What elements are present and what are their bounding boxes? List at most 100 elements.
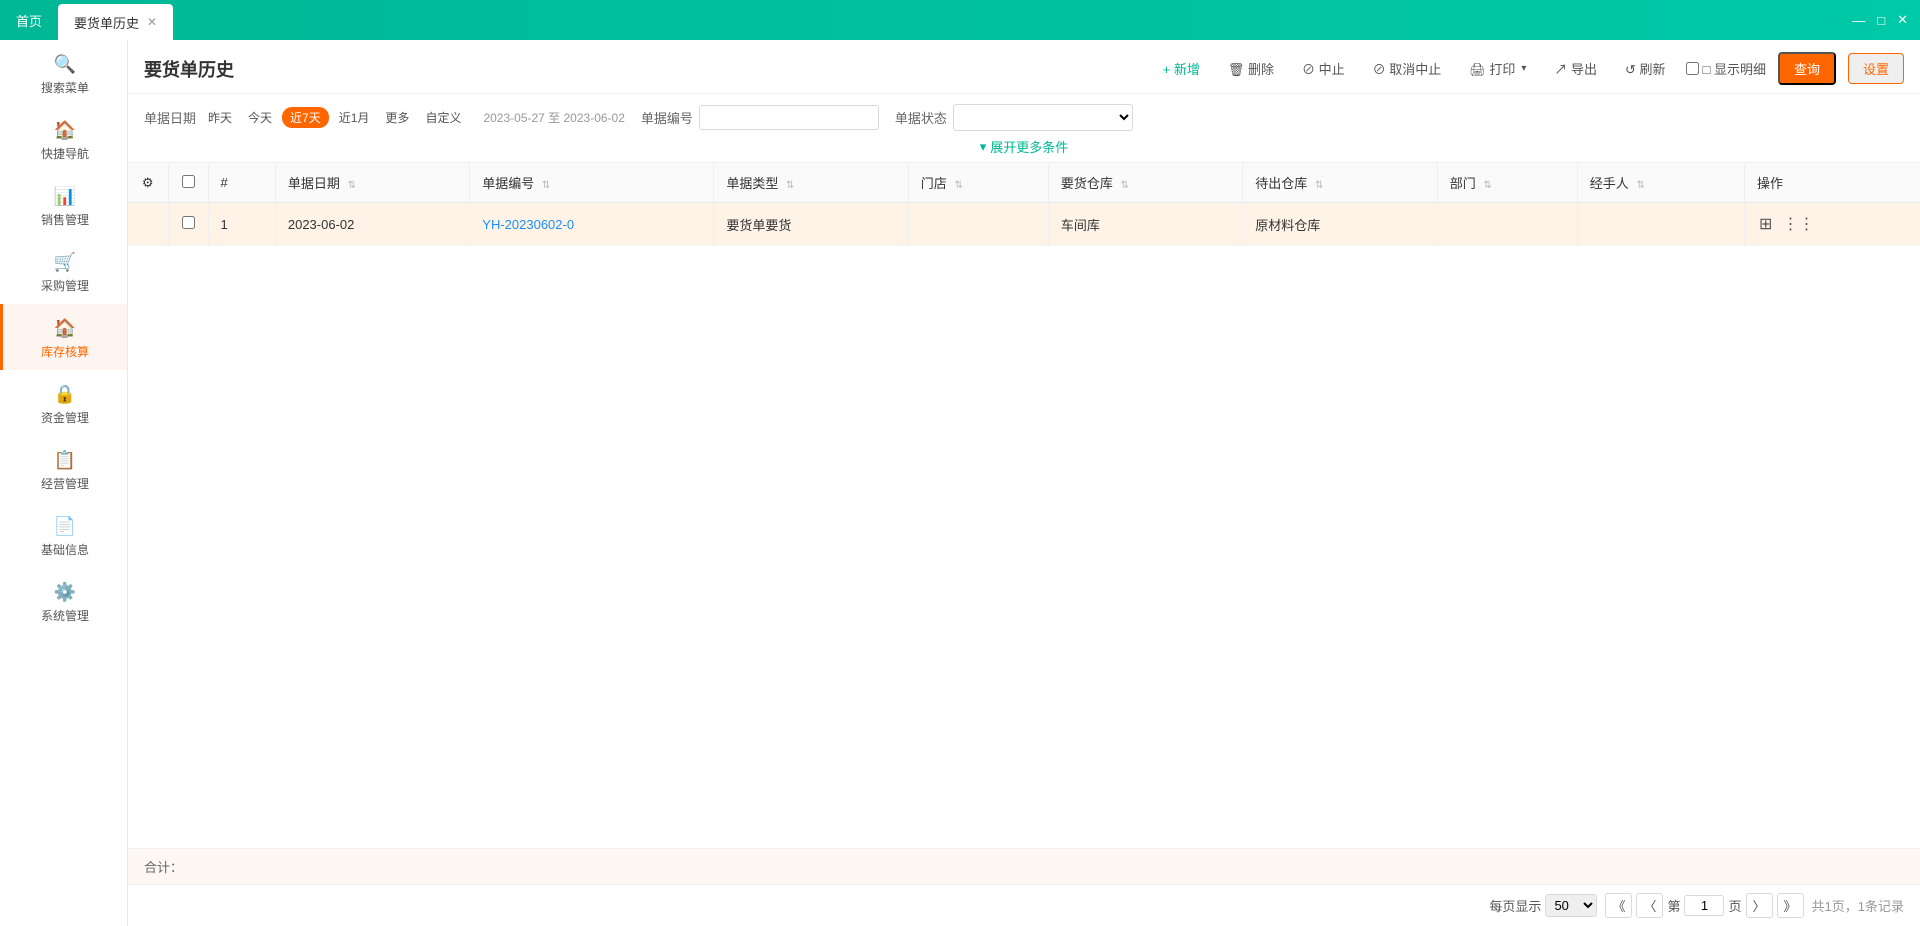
pagination-info: 共1页，1条记录	[1812, 896, 1904, 915]
table-row: 1 2023-06-02 YH-20230602-0 要货单要货 车间库 原材料…	[128, 203, 1920, 246]
per-page-select[interactable]: 50 20 100	[1545, 894, 1597, 917]
sort-icon-dept: ⇅	[1483, 180, 1491, 191]
window-controls: — □ ✕	[1852, 12, 1920, 28]
table-wrapper: ⚙ # 单据日期 ⇅ 单据编号 ⇅	[128, 163, 1920, 848]
shortcut-today[interactable]: 今天	[242, 107, 278, 128]
sidebar-item-inventory[interactable]: 🏠 库存核算	[0, 304, 127, 370]
td-settings	[128, 203, 168, 246]
tab-bar: 首页 要货单历史 ✕	[0, 0, 1852, 40]
prev-page-btn[interactable]: 〈	[1636, 893, 1663, 918]
sort-icon-type: ⇅	[786, 180, 794, 191]
row-edit-icon[interactable]: ⊞	[1757, 212, 1774, 236]
close-icon[interactable]: ✕	[1897, 12, 1908, 28]
shortcut-yesterday[interactable]: 昨天	[202, 107, 238, 128]
th-dept-label: 部门	[1450, 176, 1476, 191]
date-range-display: 2023-05-27 至 2023-06-02	[483, 109, 624, 126]
delete-button[interactable]: 🗑 删除	[1220, 55, 1282, 82]
th-settings[interactable]: ⚙	[128, 163, 168, 203]
show-detail-label: □ 显示明细	[1703, 59, 1766, 78]
operations-icon: 📋	[54, 450, 76, 471]
doc-no-link[interactable]: YH-20230602-0	[482, 217, 574, 232]
td-checkbox	[168, 203, 208, 246]
add-button[interactable]: + 新增	[1155, 55, 1208, 82]
th-doc-date-label: 单据日期	[288, 176, 340, 191]
page-input[interactable]	[1684, 895, 1724, 916]
shortcut-custom[interactable]: 自定义	[419, 107, 467, 128]
sidebar-item-finance[interactable]: 🔒 资金管理	[0, 370, 127, 436]
th-store[interactable]: 门店 ⇅	[908, 163, 1048, 203]
sort-icon-reqwh: ⇅	[1121, 180, 1129, 191]
sidebar-item-sales[interactable]: 📊 销售管理	[0, 172, 127, 238]
refresh-button[interactable]: ↺ 刷新	[1617, 55, 1674, 82]
table-footer: 合计：	[128, 848, 1920, 884]
th-doc-date[interactable]: 单据日期 ⇅	[275, 163, 469, 203]
shortcut-last7[interactable]: 近7天	[282, 107, 329, 128]
th-index: #	[208, 163, 275, 203]
row-more-icon[interactable]: ⋮⋮	[1780, 212, 1816, 236]
th-actions-label: 操作	[1757, 176, 1783, 191]
first-page-btn[interactable]: 《	[1605, 893, 1632, 918]
th-req-wh-label: 要货仓库	[1061, 176, 1113, 191]
td-operator	[1577, 203, 1744, 246]
show-detail-input[interactable]	[1686, 62, 1699, 75]
sidebar-item-quick-nav[interactable]: 🏠 快捷导航	[0, 106, 127, 172]
th-doc-type[interactable]: 单据类型 ⇅	[714, 163, 908, 203]
minimize-icon[interactable]: —	[1852, 13, 1865, 28]
tab-close-icon[interactable]: ✕	[147, 15, 157, 29]
th-operator[interactable]: 经手人 ⇅	[1577, 163, 1744, 203]
date-shortcuts: 昨天 今天 近7天 近1月 更多 自定义	[202, 107, 467, 128]
export-button[interactable]: ↗ 导出	[1546, 55, 1605, 82]
row-checkbox[interactable]	[182, 216, 195, 229]
sidebar-item-operations[interactable]: 📋 经营管理	[0, 436, 127, 502]
query-button[interactable]: 查询	[1778, 52, 1836, 85]
cancel-stop-button[interactable]: ⊘ 取消中止	[1365, 55, 1450, 82]
next-page-btn[interactable]: 〉	[1746, 893, 1773, 918]
maximize-icon[interactable]: □	[1877, 13, 1885, 28]
stop-button[interactable]: ⊘ 中止	[1294, 55, 1353, 82]
td-doc-no[interactable]: YH-20230602-0	[470, 203, 714, 246]
th-store-label: 门店	[921, 176, 947, 191]
sidebar-item-search-menu[interactable]: 🔍 搜索菜单	[0, 40, 127, 106]
print-button[interactable]: 🖨 打印 ▾	[1461, 55, 1534, 82]
th-checkbox	[168, 163, 208, 203]
top-bar: 首页 要货单历史 ✕ — □ ✕	[0, 0, 1920, 40]
sidebar-item-label-inventory: 库存核算	[41, 343, 89, 360]
quick-nav-icon: 🏠	[54, 120, 76, 141]
settings-button[interactable]: 设置	[1848, 53, 1904, 84]
per-page-label: 每页显示	[1489, 896, 1541, 915]
status-select[interactable]	[953, 104, 1133, 131]
docno-input[interactable]	[699, 105, 879, 130]
docno-filter-group: 单据编号	[641, 105, 879, 130]
expand-label: 展开更多条件	[990, 137, 1068, 156]
tab-requisition-label: 要货单历史	[74, 13, 139, 32]
shortcut-more[interactable]: 更多	[379, 107, 415, 128]
last-page-btn[interactable]: 》	[1777, 893, 1804, 918]
th-doc-no[interactable]: 单据编号 ⇅	[470, 163, 714, 203]
system-icon: ⚙️	[54, 582, 76, 603]
tab-requisition-history[interactable]: 要货单历史 ✕	[58, 4, 173, 40]
stop-label: ⊘ 中止	[1302, 59, 1345, 78]
sidebar-item-label-purchase: 采购管理	[41, 277, 89, 294]
expand-more-btn[interactable]: ▾ 展开更多条件	[144, 137, 1904, 156]
th-req-warehouse[interactable]: 要货仓库 ⇅	[1048, 163, 1242, 203]
th-pending-wh-label: 待出仓库	[1255, 176, 1307, 191]
sidebar-item-basic-info[interactable]: 📄 基础信息	[0, 502, 127, 568]
tab-home[interactable]: 首页	[0, 0, 58, 40]
basic-info-icon: 📄	[54, 516, 76, 537]
table-header-row: ⚙ # 单据日期 ⇅ 单据编号 ⇅	[128, 163, 1920, 203]
th-doc-no-label: 单据编号	[482, 176, 534, 191]
sidebar-item-system[interactable]: ⚙️ 系统管理	[0, 568, 127, 634]
td-req-warehouse: 车间库	[1048, 203, 1242, 246]
th-pending-warehouse[interactable]: 待出仓库 ⇅	[1243, 163, 1437, 203]
content-area: 要货单历史 + 新增 🗑 删除 ⊘ 中止 ⊘ 取消中止 🖨 打印 ▾	[128, 40, 1920, 926]
show-detail-checkbox[interactable]: □ 显示明细	[1686, 59, 1766, 78]
sidebar-item-purchase[interactable]: 🛒 采购管理	[0, 238, 127, 304]
sort-icon-date: ⇅	[348, 180, 356, 191]
th-department[interactable]: 部门 ⇅	[1437, 163, 1577, 203]
td-actions: ⊞ ⋮⋮	[1745, 203, 1920, 246]
sidebar-item-label-finance: 资金管理	[41, 409, 89, 426]
shortcut-last1month[interactable]: 近1月	[333, 107, 376, 128]
main-layout: 🔍 搜索菜单 🏠 快捷导航 📊 销售管理 🛒 采购管理 🏠 库存核算 🔒 资金管…	[0, 40, 1920, 926]
td-index: 1	[208, 203, 275, 246]
select-all-checkbox[interactable]	[182, 175, 195, 188]
